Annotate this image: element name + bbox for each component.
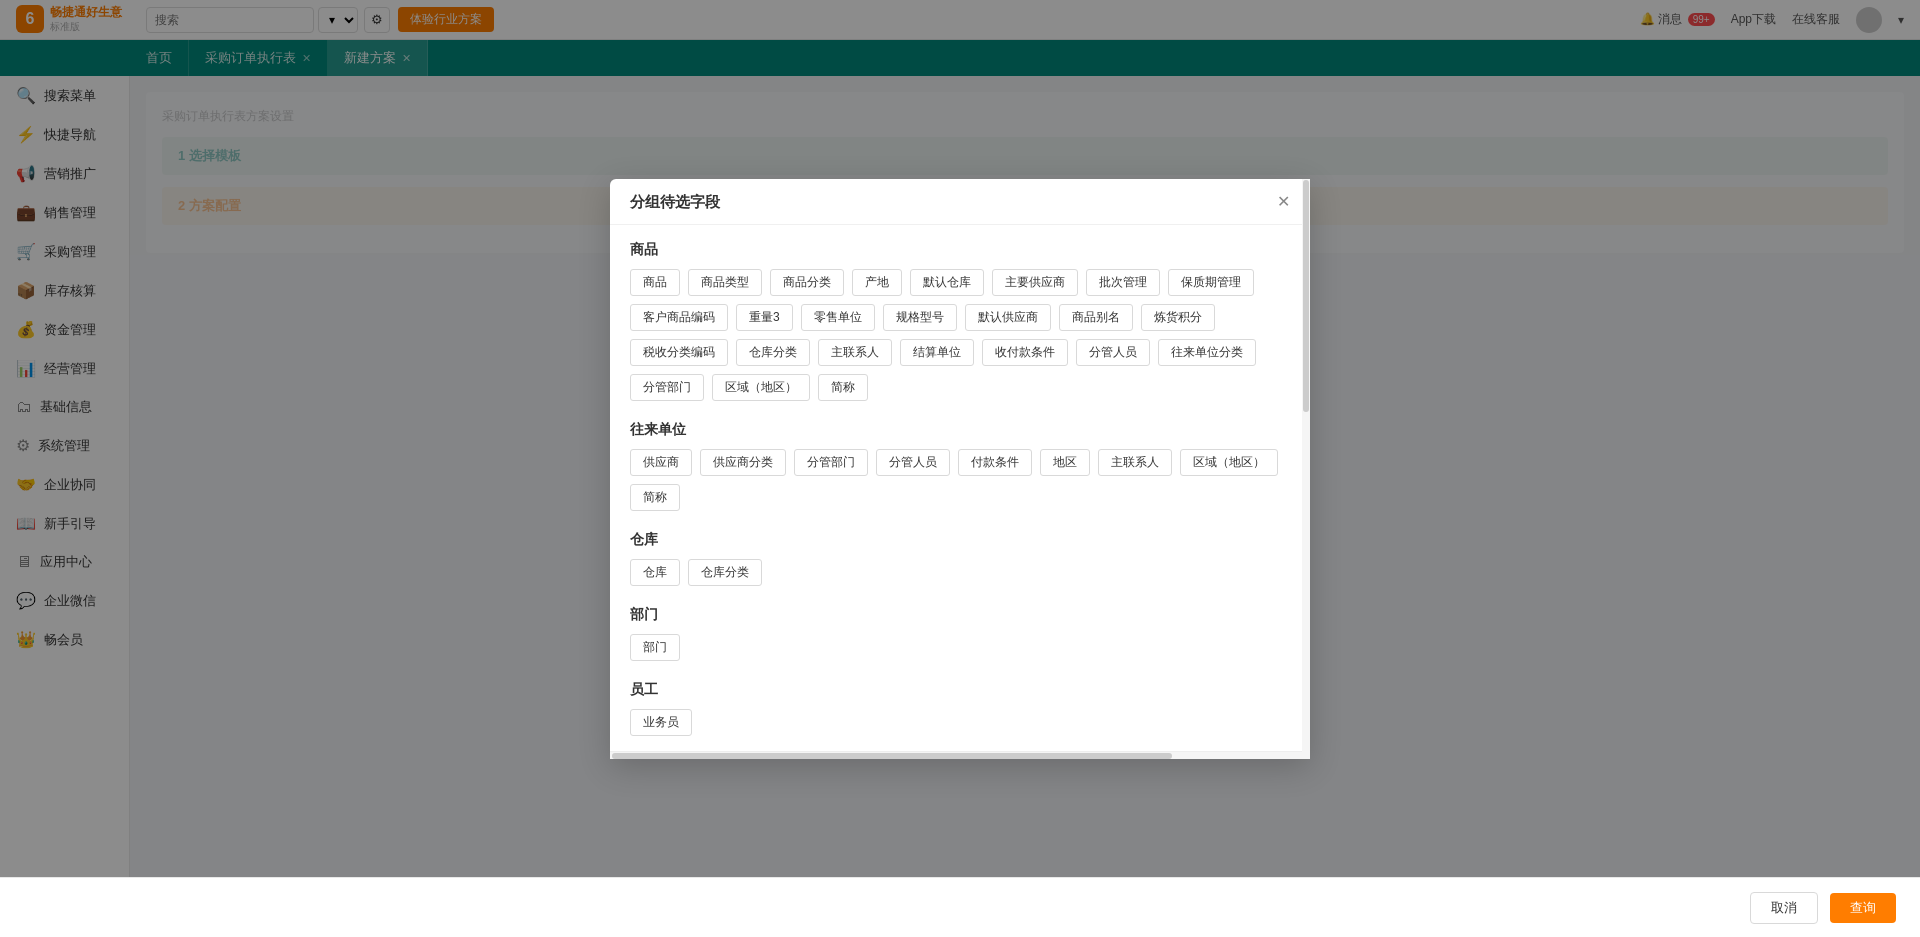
- section-product: 商品 商品 商品类型 商品分类 产地 默认仓库 主要供应商 批次管理 保质期管理…: [630, 241, 1290, 401]
- cancel-button[interactable]: 取消: [1750, 892, 1818, 924]
- field-tag-retail-unit[interactable]: 零售单位: [801, 304, 875, 331]
- field-tag-default-supplier[interactable]: 默认供应商: [965, 304, 1051, 331]
- modal-title: 分组待选字段: [630, 193, 720, 212]
- confirm-button[interactable]: 查询: [1830, 893, 1896, 923]
- field-tag-region-partner[interactable]: 区域（地区）: [1180, 449, 1278, 476]
- modal-body[interactable]: 商品 商品 商品类型 商品分类 产地 默认仓库 主要供应商 批次管理 保质期管理…: [610, 225, 1310, 751]
- field-tag-product-category[interactable]: 商品分类: [770, 269, 844, 296]
- field-tag-batch-mgmt[interactable]: 批次管理: [1086, 269, 1160, 296]
- field-tag-customer-code[interactable]: 客户商品编码: [630, 304, 728, 331]
- field-tag-main-supplier[interactable]: 主要供应商: [992, 269, 1078, 296]
- field-tag-spec-model[interactable]: 规格型号: [883, 304, 957, 331]
- warehouse-field-tags: 仓库 仓库分类: [630, 559, 1290, 586]
- field-tag-main-contact[interactable]: 主联系人: [818, 339, 892, 366]
- field-tag-area[interactable]: 地区: [1040, 449, 1090, 476]
- modal-overlay: 分组待选字段 ✕ 商品 商品 商品类型 商品分类 产地 默认仓库 主要供应商 批…: [0, 0, 1920, 937]
- vertical-scrollbar-thumb: [1303, 180, 1309, 412]
- field-tag-region-product[interactable]: 区域（地区）: [712, 374, 810, 401]
- section-partner-title: 往来单位: [630, 421, 1290, 439]
- field-tag-dept[interactable]: 部门: [630, 634, 680, 661]
- modal-vertical-scrollbar[interactable]: [1302, 179, 1310, 759]
- section-warehouse-title: 仓库: [630, 531, 1290, 549]
- field-tag-alias[interactable]: 商品别名: [1059, 304, 1133, 331]
- section-employee: 员工 业务员: [630, 681, 1290, 736]
- field-tag-supplier-category[interactable]: 供应商分类: [700, 449, 786, 476]
- field-tag-salesperson[interactable]: 业务员: [630, 709, 692, 736]
- field-tag-main-contact2[interactable]: 主联系人: [1098, 449, 1172, 476]
- section-employee-title: 员工: [630, 681, 1290, 699]
- field-tag-refine-points[interactable]: 炼货积分: [1141, 304, 1215, 331]
- field-tag-dept-in-charge2[interactable]: 分管部门: [794, 449, 868, 476]
- field-tag-short-name-partner[interactable]: 简称: [630, 484, 680, 511]
- field-tag-warehouse-category[interactable]: 仓库分类: [736, 339, 810, 366]
- field-tag-dept-in-charge[interactable]: 分管部门: [630, 374, 704, 401]
- field-tag-origin[interactable]: 产地: [852, 269, 902, 296]
- modal-close-button[interactable]: ✕: [1277, 194, 1290, 210]
- field-tag-weight3[interactable]: 重量3: [736, 304, 793, 331]
- field-tag-payment-terms[interactable]: 收付款条件: [982, 339, 1068, 366]
- field-tag-warehouse[interactable]: 仓库: [630, 559, 680, 586]
- field-tag-supplier[interactable]: 供应商: [630, 449, 692, 476]
- modal-header: 分组待选字段 ✕: [610, 179, 1310, 225]
- field-tag-product[interactable]: 商品: [630, 269, 680, 296]
- modal-footer: 取消 查询: [0, 877, 1920, 937]
- field-tag-tax-code[interactable]: 税收分类编码: [630, 339, 728, 366]
- field-tag-payment-terms2[interactable]: 付款条件: [958, 449, 1032, 476]
- dept-field-tags: 部门: [630, 634, 1290, 661]
- field-tag-product-type[interactable]: 商品类型: [688, 269, 762, 296]
- product-field-tags: 商品 商品类型 商品分类 产地 默认仓库 主要供应商 批次管理 保质期管理 客户…: [630, 269, 1290, 401]
- field-tag-settlement-unit[interactable]: 结算单位: [900, 339, 974, 366]
- section-department: 部门 部门: [630, 606, 1290, 661]
- field-tag-manager[interactable]: 分管人员: [1076, 339, 1150, 366]
- field-tag-shelf-life[interactable]: 保质期管理: [1168, 269, 1254, 296]
- field-tag-manager2[interactable]: 分管人员: [876, 449, 950, 476]
- section-partner: 往来单位 供应商 供应商分类 分管部门 分管人员 付款条件 地区 主联系人 区域…: [630, 421, 1290, 511]
- field-select-modal: 分组待选字段 ✕ 商品 商品 商品类型 商品分类 产地 默认仓库 主要供应商 批…: [610, 179, 1310, 759]
- field-tag-default-warehouse[interactable]: 默认仓库: [910, 269, 984, 296]
- partner-field-tags: 供应商 供应商分类 分管部门 分管人员 付款条件 地区 主联系人 区域（地区） …: [630, 449, 1290, 511]
- section-product-title: 商品: [630, 241, 1290, 259]
- section-warehouse: 仓库 仓库 仓库分类: [630, 531, 1290, 586]
- field-tag-short-name-product[interactable]: 简称: [818, 374, 868, 401]
- modal-horizontal-scrollbar[interactable]: [610, 751, 1310, 759]
- field-tag-warehouse-cat[interactable]: 仓库分类: [688, 559, 762, 586]
- section-department-title: 部门: [630, 606, 1290, 624]
- employee-field-tags: 业务员: [630, 709, 1290, 736]
- scrollbar-thumb: [612, 753, 1172, 759]
- field-tag-partner-category[interactable]: 往来单位分类: [1158, 339, 1256, 366]
